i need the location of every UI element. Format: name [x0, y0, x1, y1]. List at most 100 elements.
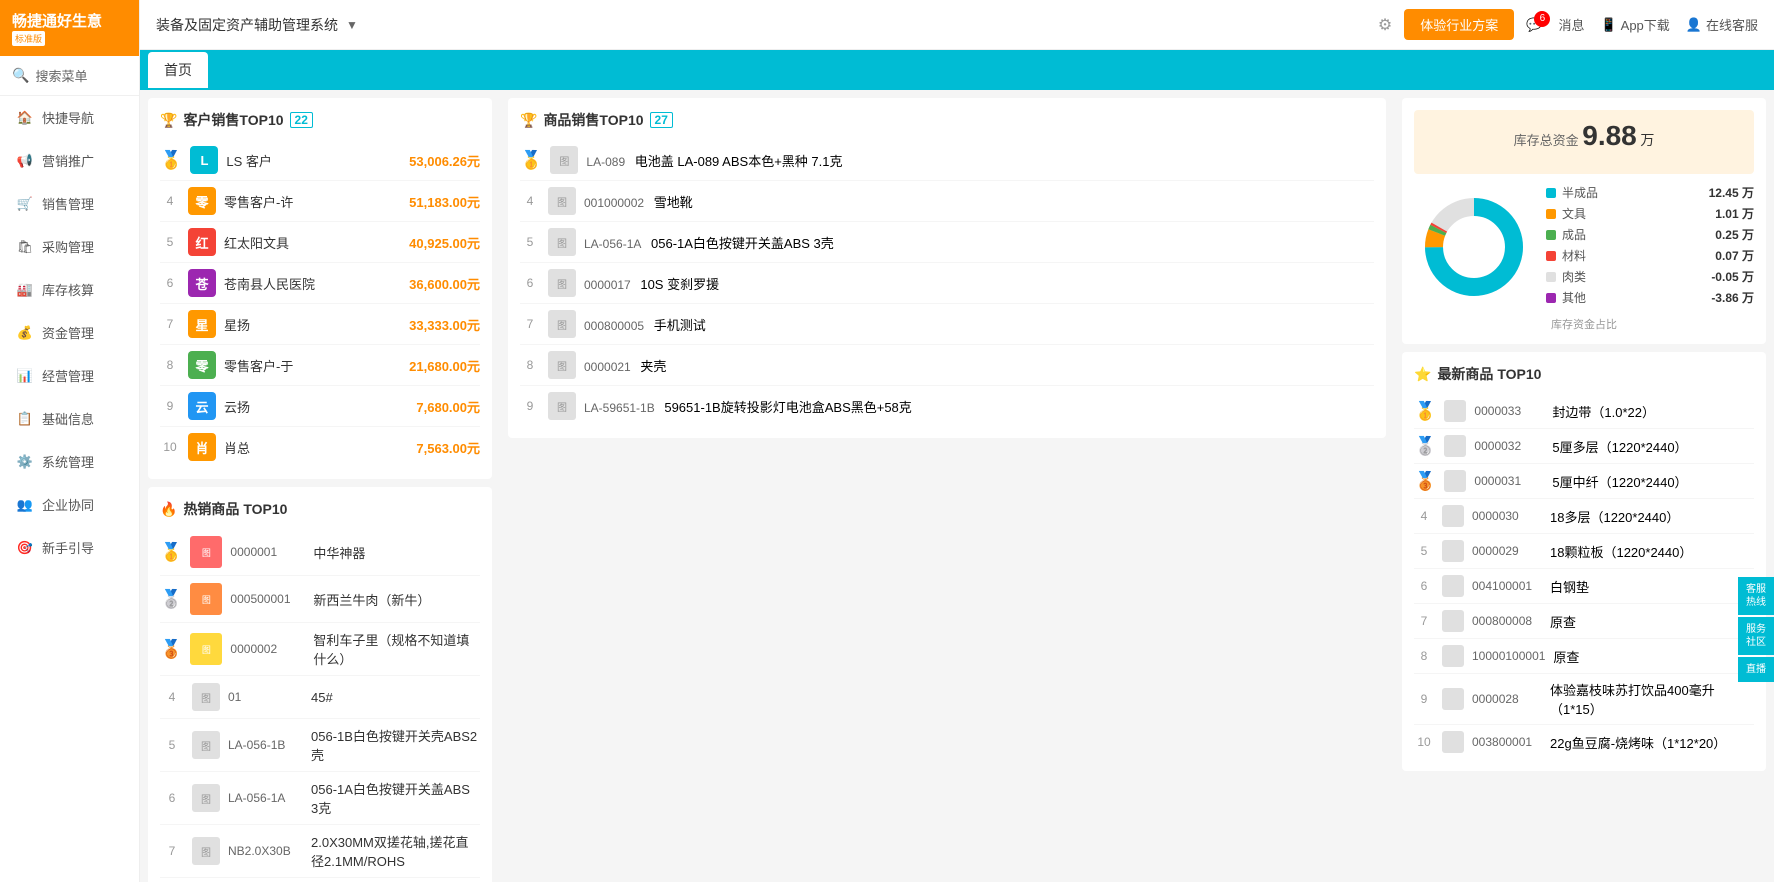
rank-number: 8 — [520, 358, 540, 372]
dropdown-arrow[interactable]: ▼ — [346, 18, 358, 32]
product-icon — [1442, 688, 1464, 710]
rank-number: 7 — [160, 317, 180, 331]
product-info: LA-056-1A 056-1A白色按键开关盖ABS 3壳 — [584, 233, 1374, 252]
inventory-card: 库存总资金 9.88 万 — [1402, 98, 1766, 344]
product-code: 000800008 — [1472, 614, 1542, 628]
customer-name: LS 客户 — [226, 151, 401, 170]
sidebar-item-inventory[interactable]: 🏭 库存核算 — [0, 268, 139, 311]
rank-number: 5 — [160, 738, 184, 752]
sidebar-item-system[interactable]: ⚙️ 系统管理 — [0, 440, 139, 483]
hot-product-item: 🥇 图 0000001 中华神器 — [160, 529, 480, 576]
product-code: 000500001 — [230, 592, 305, 606]
legend-item: 肉类 -0.05 万 — [1546, 268, 1754, 285]
product-image: 图 — [190, 536, 222, 568]
message-button[interactable]: 💬 6 消息 — [1526, 15, 1584, 34]
rank-item: 4 零 零售客户-许 51,183.00元 — [160, 181, 480, 222]
product-icon — [1442, 540, 1464, 562]
sidebar-item-label: 系统管理 — [42, 452, 94, 471]
rank-item: 9 图 LA-59651-1B 59651-1B旋转投影灯电池盒ABS黑色+58… — [520, 386, 1374, 426]
product-name: 智利车子里（规格不知道填什么） — [313, 630, 480, 668]
service-community-button[interactable]: 服务社区 — [1738, 617, 1774, 655]
app-download-button[interactable]: 📱 App下载 — [1600, 15, 1669, 34]
livestream-button[interactable]: 直播 — [1738, 657, 1774, 682]
rank-number: 6 — [160, 791, 184, 805]
topbar-right: 💬 6 消息 📱 App下载 👤 在线客服 — [1526, 15, 1758, 34]
rank-icon-decoration: 🏆 — [160, 112, 177, 129]
sidebar-item-guide[interactable]: 🎯 新手引导 — [0, 526, 139, 569]
team-icon: 👥 — [16, 496, 34, 514]
silver-medal-icon: 🥈 — [160, 589, 182, 610]
topbar-title: 装备及固定资产辅助管理系统 ▼ — [156, 15, 1366, 35]
tab-home[interactable]: 首页 — [148, 52, 208, 88]
product-icon: 图 — [192, 837, 220, 865]
rank-number: 4 — [520, 194, 540, 208]
sidebar-item-label: 资金管理 — [42, 323, 94, 342]
product-info: 001000002 雪地靴 — [584, 192, 1374, 211]
app-download-label: App下载 — [1621, 15, 1670, 34]
product-rank-title: 🏆 商品销售TOP10 27 — [520, 110, 1374, 130]
product-code: 01 — [228, 690, 303, 704]
rank-item: 9 云 云扬 7,680.00元 — [160, 386, 480, 427]
new-product-item: 4 0000030 18多层（1220*2440） — [1414, 499, 1754, 534]
sidebar-item-collab[interactable]: 👥 企业协同 — [0, 483, 139, 526]
cta-button[interactable]: 体验行业方案 — [1404, 9, 1514, 40]
legend-color — [1546, 251, 1556, 261]
sidebar-item-quicknav[interactable]: 🏠 快捷导航 — [0, 96, 139, 139]
product-icon: 图 — [548, 392, 576, 420]
product-icon — [1442, 610, 1464, 632]
sidebar-item-marketing[interactable]: 📢 营销推广 — [0, 139, 139, 182]
gear-icon[interactable]: ⚙ — [1378, 15, 1392, 35]
rank-number: 9 — [1414, 692, 1434, 706]
product-icon — [1442, 645, 1464, 667]
product-icon — [1444, 470, 1466, 492]
product-name: 22g鱼豆腐-烧烤味（1*12*20） — [1550, 733, 1726, 752]
product-code: 004100001 — [1472, 579, 1542, 593]
cart-icon: 🛒 — [16, 195, 34, 213]
rank-number: 7 — [160, 844, 184, 858]
product-icon: 图 — [548, 310, 576, 338]
legend-label: 半成品 — [1562, 184, 1688, 201]
customer-icon: 星 — [188, 310, 216, 338]
rank-item: 6 图 0000017 10S 变刹罗援 — [520, 263, 1374, 304]
legend-color — [1546, 272, 1556, 282]
sidebar-item-operations[interactable]: 📊 经营管理 — [0, 354, 139, 397]
hot-product-item: 🥉 图 0000002 智利车子里（规格不知道填什么） — [160, 623, 480, 676]
rank-item: 🥇 图 LA-089 电池盖 LA-089 ABS本色+黑种 7.1克 — [520, 140, 1374, 181]
nav-tabs: 首页 — [140, 50, 1774, 90]
customer-icon: 苍 — [188, 269, 216, 297]
gold-medal-icon: 🥇 — [160, 542, 182, 563]
sidebar-item-finance[interactable]: 💰 资金管理 — [0, 311, 139, 354]
customer-name: 零售客户-许 — [224, 192, 401, 211]
legend-value: -3.86 万 — [1694, 289, 1754, 306]
product-icon — [1442, 731, 1464, 753]
info-icon: 📋 — [16, 410, 34, 428]
customer-value: 36,600.00元 — [409, 274, 480, 293]
sidebar-item-sales[interactable]: 🛒 销售管理 — [0, 182, 139, 225]
rank-number: 6 — [160, 276, 180, 290]
rank-number: 5 — [520, 235, 540, 249]
rank-item: 🥇 L LS 客户 53,006.26元 — [160, 140, 480, 181]
online-service-button[interactable]: 👤 在线客服 — [1686, 15, 1758, 34]
phone-icon: 📱 — [1600, 17, 1616, 33]
sidebar-item-basics[interactable]: 📋 基础信息 — [0, 397, 139, 440]
chart-legend: 半成品 12.45 万 文具 1.01 万 成品 0.25 万 — [1546, 184, 1754, 310]
legend-label: 材料 — [1562, 247, 1688, 264]
rank-number: 7 — [520, 317, 540, 331]
customer-value: 51,183.00元 — [409, 192, 480, 211]
product-icon: 图 — [192, 731, 220, 759]
new-product-item: 🥇 0000033 封边带（1.0*22） — [1414, 394, 1754, 429]
online-service-label: 在线客服 — [1706, 15, 1758, 34]
legend-label: 文具 — [1562, 205, 1688, 222]
sidebar-item-purchase[interactable]: 🛍 采购管理 — [0, 225, 139, 268]
gold-medal-icon: 🥇 — [160, 150, 182, 171]
customer-value: 33,333.00元 — [409, 315, 480, 334]
sidebar-search[interactable]: 🔍 搜索菜单 — [0, 56, 139, 96]
product-name: 中华神器 — [313, 543, 480, 562]
legend-value: -0.05 万 — [1694, 268, 1754, 285]
product-code: 0000002 — [230, 642, 305, 656]
customer-service-button[interactable]: 客服热线 — [1738, 577, 1774, 615]
rank-number: 10 — [160, 440, 180, 454]
new-product-item: 7 000800008 原查 — [1414, 604, 1754, 639]
rank-number: 4 — [160, 194, 180, 208]
legend-label: 其他 — [1562, 289, 1688, 306]
